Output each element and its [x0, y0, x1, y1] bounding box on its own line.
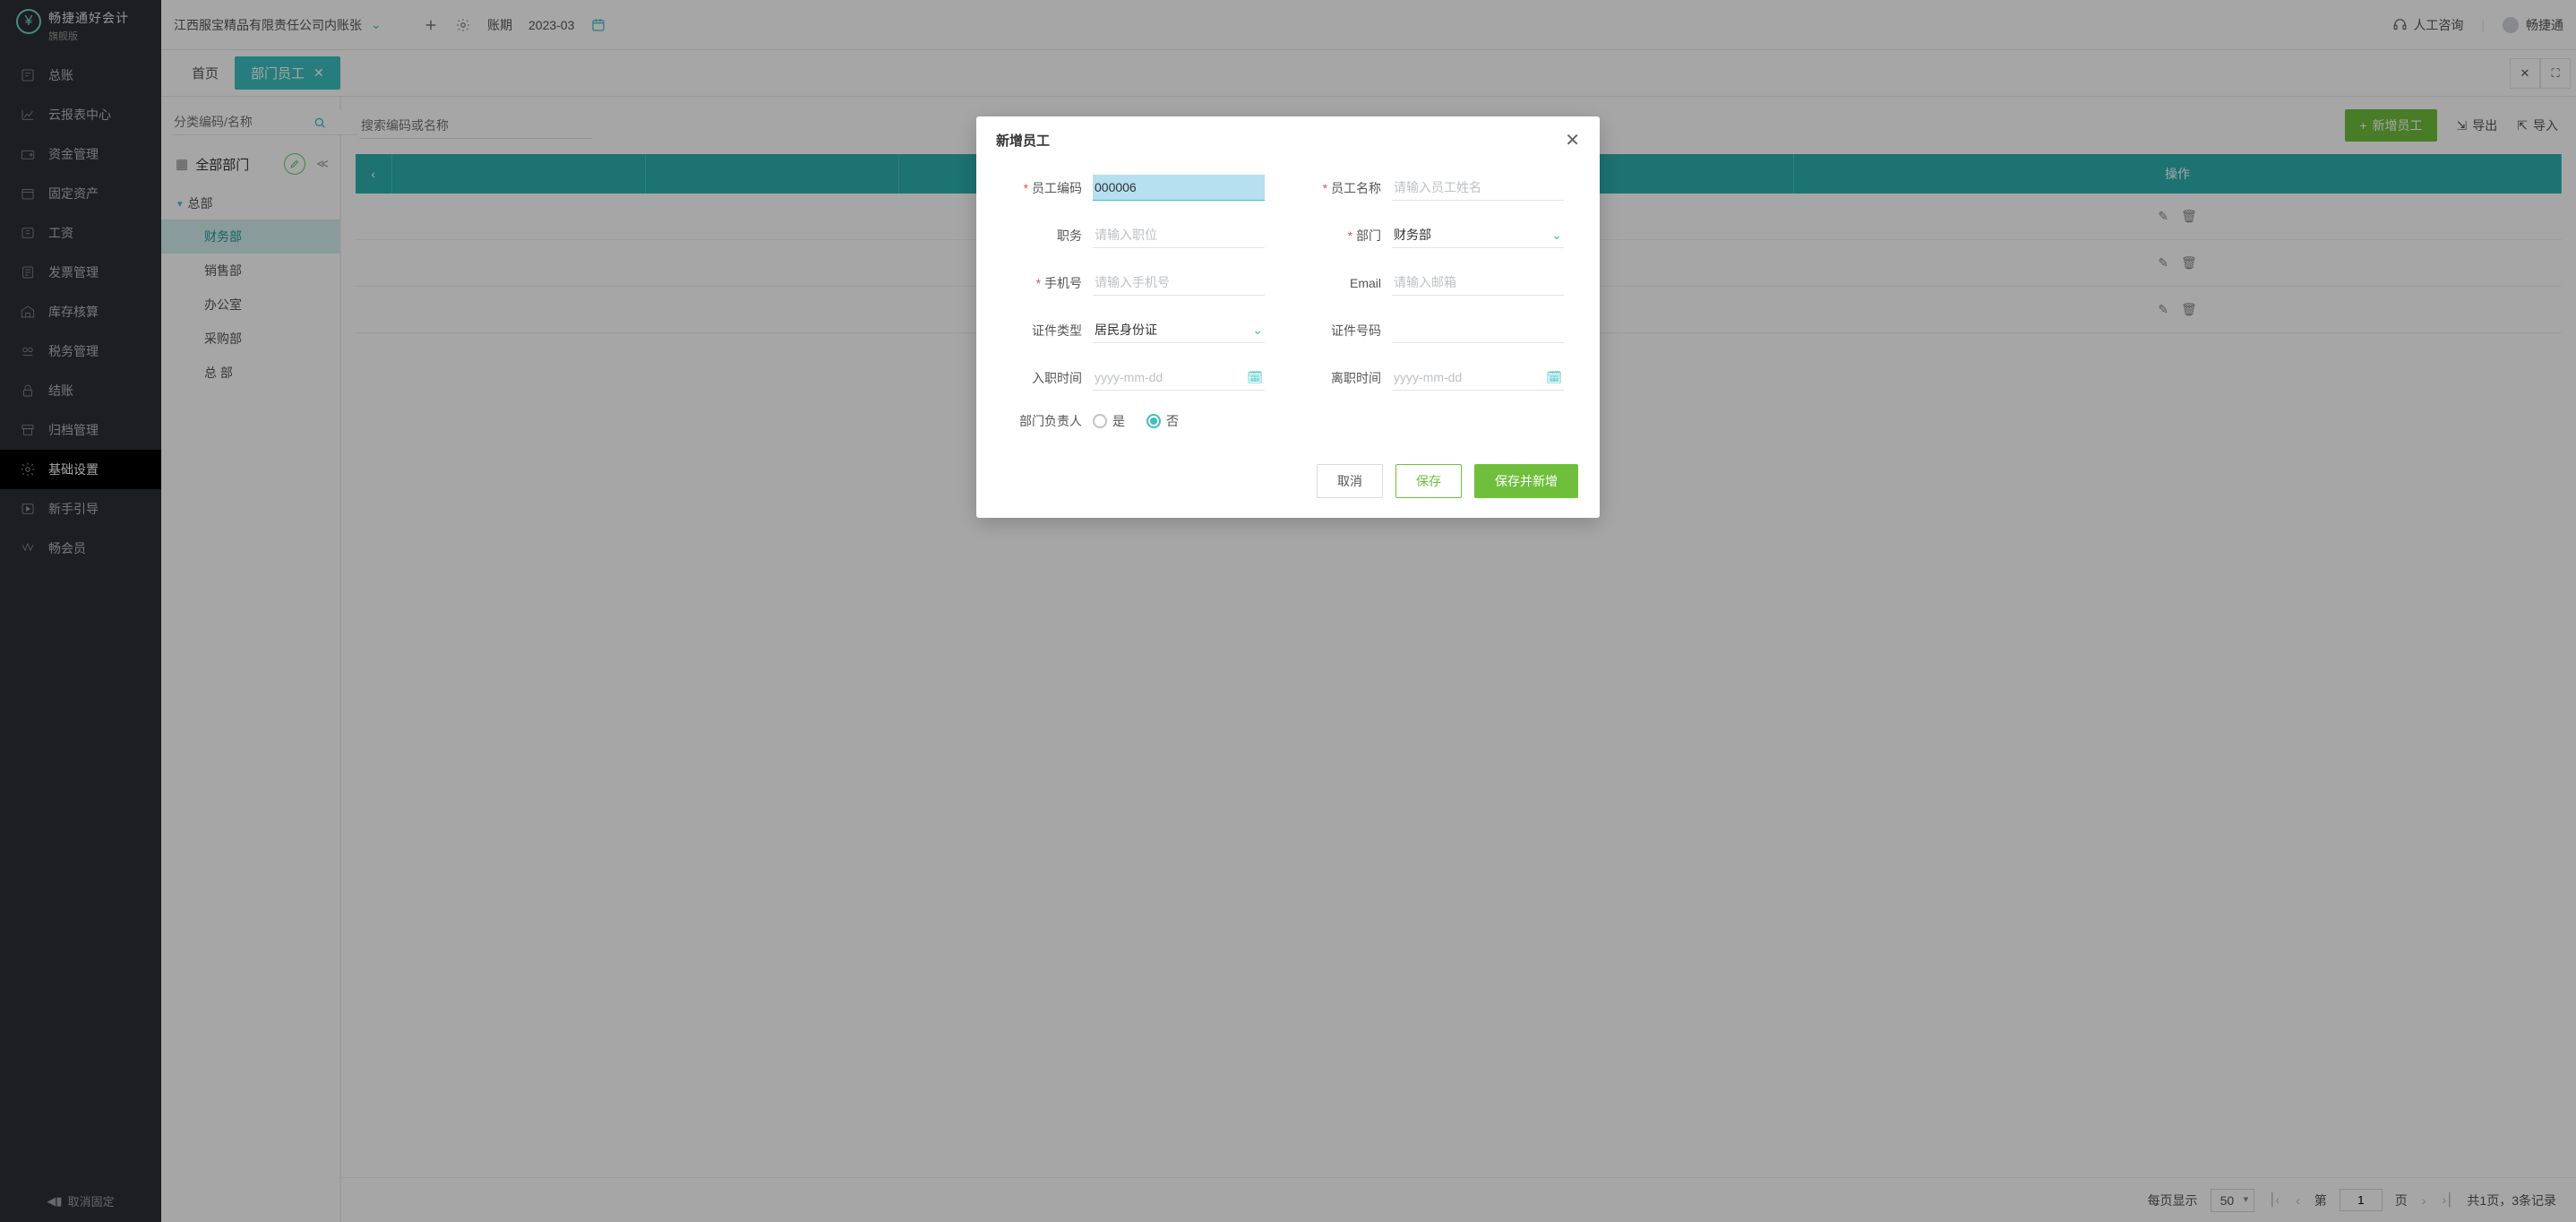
label-hire: 入职时间 — [1012, 369, 1093, 387]
save-and-new-button[interactable]: 保存并新增 — [1474, 464, 1578, 498]
cancel-button[interactable]: 取消 — [1317, 464, 1383, 498]
modal-close-button[interactable]: ✕ — [1565, 132, 1580, 150]
chevron-down-icon[interactable]: ⌄ — [1252, 323, 1263, 338]
leader-radio-no[interactable]: 否 — [1146, 412, 1179, 430]
label-dept: 部门 — [1311, 227, 1392, 245]
email-input[interactable] — [1392, 270, 1564, 296]
label-code: 员工编码 — [1012, 179, 1093, 197]
calendar-icon[interactable]: 🗓 — [1247, 370, 1263, 385]
chevron-down-icon[interactable]: ⌄ — [1551, 228, 1562, 243]
label-title: 职务 — [1012, 227, 1093, 245]
name-input[interactable] — [1392, 175, 1564, 201]
modal-title: 新增员工 — [996, 131, 1050, 150]
new-employee-modal: 新增员工 ✕ 员工编码 员工名称 职务 部门 ⌄ — [976, 116, 1600, 518]
calendar-icon[interactable]: 🗓 — [1546, 370, 1562, 385]
label-idtype: 证件类型 — [1012, 322, 1093, 340]
save-button[interactable]: 保存 — [1395, 464, 1462, 498]
label-idno: 证件号码 — [1311, 322, 1392, 340]
modal-overlay: 新增员工 ✕ 员工编码 员工名称 职务 部门 ⌄ — [0, 0, 2576, 1222]
label-name: 员工名称 — [1311, 179, 1392, 197]
leader-radio-yes[interactable]: 是 — [1093, 412, 1125, 430]
leave-date-input[interactable] — [1392, 365, 1564, 391]
title-input[interactable] — [1093, 222, 1265, 248]
idno-input[interactable] — [1392, 317, 1564, 343]
label-leader: 部门负责人 — [1012, 412, 1093, 430]
label-phone: 手机号 — [1012, 274, 1093, 292]
dept-select[interactable] — [1392, 222, 1564, 248]
code-input[interactable] — [1093, 175, 1265, 201]
idtype-select[interactable] — [1093, 317, 1265, 343]
label-email: Email — [1311, 276, 1392, 290]
label-leave: 离职时间 — [1311, 369, 1392, 387]
hire-date-input[interactable] — [1093, 365, 1265, 391]
phone-input[interactable] — [1093, 270, 1265, 296]
